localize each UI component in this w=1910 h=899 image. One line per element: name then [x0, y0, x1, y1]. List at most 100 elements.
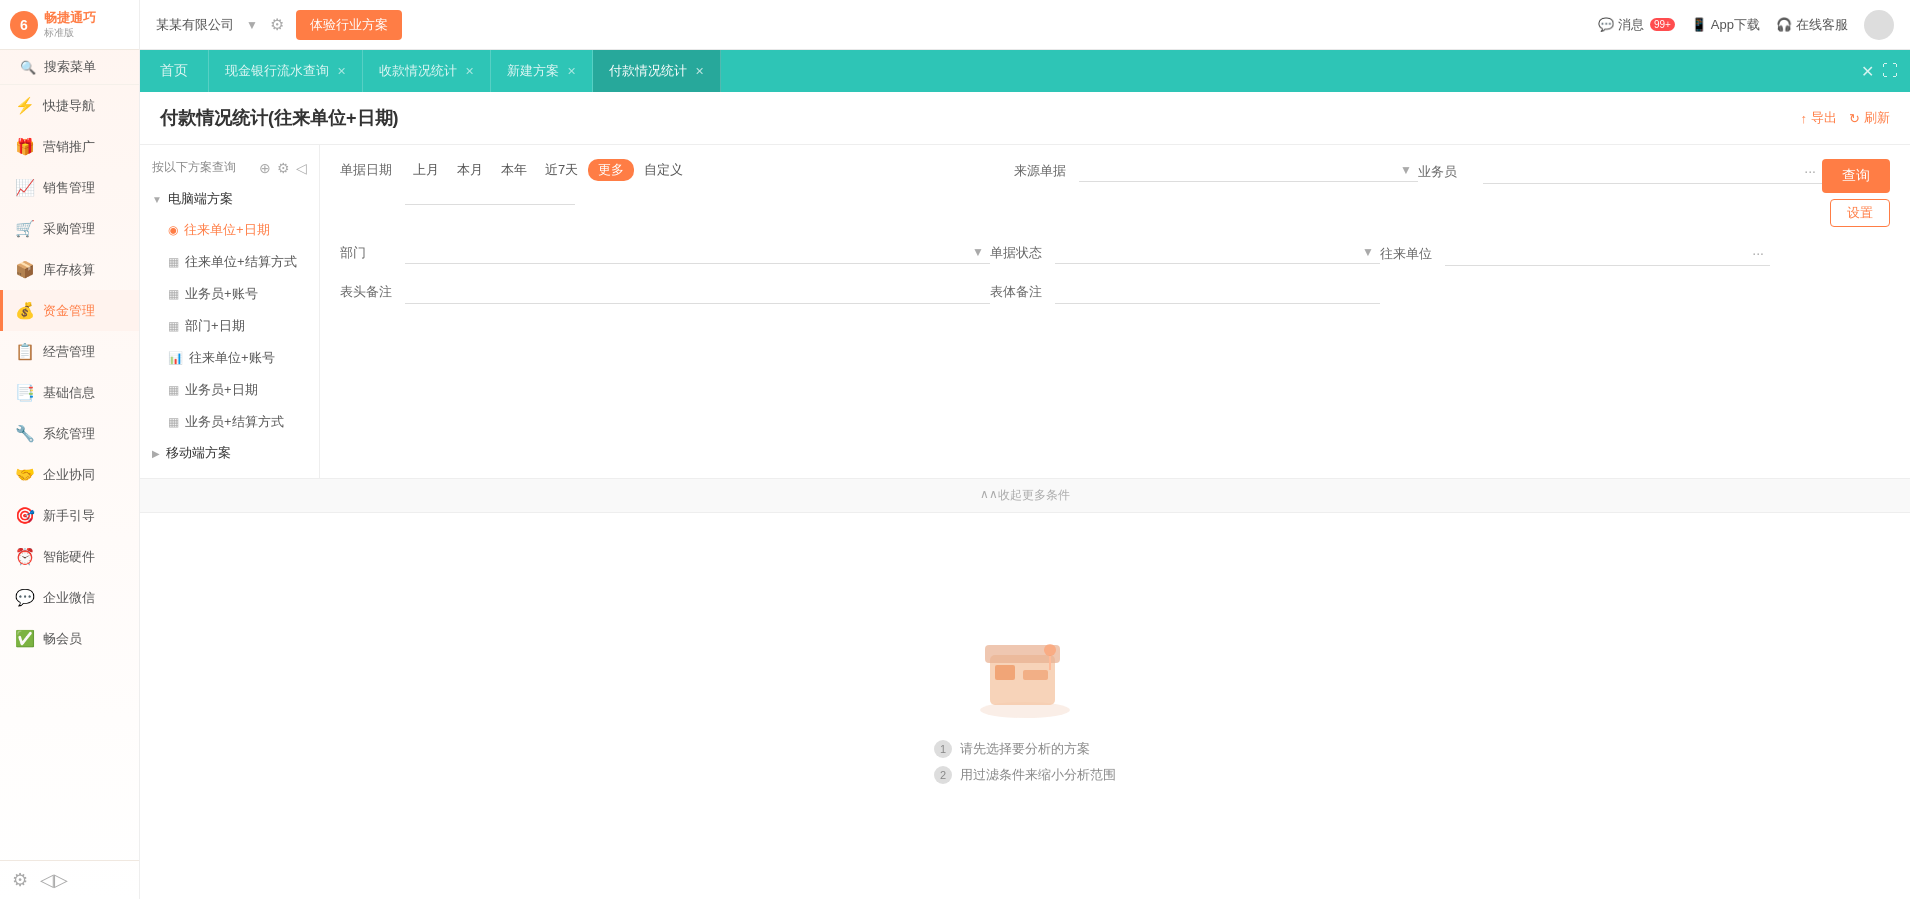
app-download-item[interactable]: 📱 App下载 [1691, 16, 1760, 34]
sidebar-item-basic[interactable]: 📑基础信息 [0, 372, 139, 413]
nav-label-hardware: 智能硬件 [43, 548, 95, 566]
tab-newplan[interactable]: 新建方案✕ [491, 50, 593, 92]
sidebar-search-item[interactable]: 🔍 搜索菜单 [0, 50, 139, 85]
source-bill-select[interactable]: ▼ [1079, 159, 1418, 182]
date-tab-last-7days[interactable]: 近7天 [537, 159, 586, 181]
app-download-label: App下载 [1711, 16, 1760, 34]
scheme-item-staff-settle[interactable]: ▦业务员+结算方式 [140, 406, 319, 438]
tab-close-receipt[interactable]: ✕ [465, 65, 474, 78]
tab-close-newplan[interactable]: ✕ [567, 65, 576, 78]
scheme-item-icon-counterpart-settle: ▦ [168, 255, 179, 269]
sidebar-item-enterprise[interactable]: 🤝企业协同 [0, 454, 139, 495]
topbar-settings-icon[interactable]: ⚙ [270, 15, 284, 34]
sidebar-item-quick-nav[interactable]: ⚡快捷导航 [0, 85, 139, 126]
sidebar-item-capital[interactable]: 💰资金管理 [0, 290, 139, 331]
export-btn[interactable]: ↑ 导出 [1801, 109, 1838, 127]
table-header-input[interactable] [405, 280, 990, 304]
sidebar-item-operations[interactable]: 📋经营管理 [0, 331, 139, 372]
query-btn[interactable]: 查询 [1822, 159, 1890, 193]
tab-close-cashflow[interactable]: ✕ [337, 65, 346, 78]
scheme-item-label-staff-date: 业务员+日期 [185, 381, 258, 399]
tab-label-receipt: 收款情况统计 [379, 62, 457, 80]
hint-text-2: 用过滤条件来缩小分析范围 [960, 766, 1116, 784]
tab-cashflow[interactable]: 现金银行流水查询✕ [209, 50, 363, 92]
staff-select[interactable]: ··· [1483, 159, 1822, 184]
sidebar-item-guide[interactable]: 🎯新手引导 [0, 495, 139, 536]
collapse-scheme-icon[interactable]: ◁ [296, 160, 307, 176]
hint-text-1: 请先选择要分析的方案 [960, 740, 1090, 758]
date-range-input[interactable]: 2022-01-01 至 2022-12-31 [405, 186, 575, 205]
scheme-item-counterpart-date[interactable]: ◉往来单位+日期 [140, 214, 319, 246]
date-tab-last-month[interactable]: 上月 [405, 159, 447, 181]
date-tab-this-month[interactable]: 本月 [449, 159, 491, 181]
collapse-bar[interactable]: ∧∧ 收起更多条件 [140, 478, 1910, 512]
company-chevron-icon[interactable]: ▼ [246, 18, 258, 32]
counterpart-select[interactable]: ··· [1445, 241, 1770, 266]
messages-badge: 99+ [1650, 18, 1675, 31]
settings-btn[interactable]: 设置 [1830, 199, 1890, 227]
sidebar-item-purchase[interactable]: 🛒采购管理 [0, 208, 139, 249]
scheme-item-icon-counterpart-date: ◉ [168, 223, 178, 237]
sidebar-item-inventory[interactable]: 📦库存核算 [0, 249, 139, 290]
dept-select[interactable]: ▼ [405, 241, 990, 264]
settings-bottom-icon[interactable]: ⚙ [12, 869, 28, 891]
sidebar-item-system[interactable]: 🔧系统管理 [0, 413, 139, 454]
date-tab-this-year[interactable]: 本年 [493, 159, 535, 181]
settings-scheme-icon[interactable]: ⚙ [277, 160, 290, 176]
trial-btn[interactable]: 体验行业方案 [296, 10, 402, 40]
sidebar-bottom: ⚙ ◁▷ [0, 860, 139, 899]
avatar[interactable] [1864, 10, 1894, 40]
collapse-icon: ∧∧ [980, 487, 998, 504]
desktop-scheme-group[interactable]: ▼ 电脑端方案 [140, 184, 319, 214]
nav-icon-sales: 📈 [15, 178, 35, 197]
tab-payment[interactable]: 付款情况统计 ✕ [593, 50, 721, 92]
filter-btn-col: 查询 设置 [1822, 159, 1890, 227]
tab-receipt[interactable]: 收款情况统计 ✕ [363, 50, 491, 92]
scheme-item-icon-dept-date: ▦ [168, 319, 179, 333]
date-tab-custom[interactable]: 自定义 [636, 159, 691, 181]
source-bill-arrow-icon: ▼ [1400, 163, 1412, 177]
scheme-item-dept-date[interactable]: ▦ 部门+日期 [140, 310, 319, 342]
date-tab-more[interactable]: 更多 [588, 159, 634, 181]
export-icon: ↑ [1801, 111, 1808, 126]
tab-home[interactable]: 首页 [140, 50, 209, 92]
sidebar-item-sales[interactable]: 📈销售管理 [0, 167, 139, 208]
nav-label-quick-nav: 快捷导航 [43, 97, 95, 115]
scheme-item-label-dept-date: 部门+日期 [185, 317, 245, 335]
maximize-icon[interactable]: ⛶ [1882, 62, 1898, 80]
tab-close-payment[interactable]: ✕ [695, 65, 704, 78]
page-header: 付款情况统计(往来单位+日期) ↑ 导出 ↻ 刷新 [140, 92, 1910, 145]
staff-field: 业务员 ··· [1418, 159, 1822, 184]
sidebar-item-member[interactable]: ✅畅会员 [0, 618, 139, 659]
sidebar-item-marketing[interactable]: 🎁营销推广 [0, 126, 139, 167]
table-body-control [1055, 280, 1380, 304]
staff-more-icon[interactable]: ··· [1804, 163, 1816, 179]
scheme-item-staff-date[interactable]: ▦业务员+日期 [140, 374, 319, 406]
refresh-btn[interactable]: ↻ 刷新 [1849, 109, 1890, 127]
scheme-item-staff-account[interactable]: ▦业务员+账号 [140, 278, 319, 310]
company-name: 某某有限公司 [156, 16, 234, 34]
mobile-scheme-group[interactable]: ▶ 移动端方案 [140, 438, 319, 468]
counterpart-more-icon[interactable]: ··· [1752, 245, 1764, 261]
sidebar-logo: 6 畅捷通巧 标准版 [0, 0, 139, 50]
add-scheme-icon[interactable]: ⊕ [259, 160, 271, 176]
online-service-item[interactable]: 🎧 在线客服 [1776, 16, 1848, 34]
desktop-group-arrow: ▼ [152, 194, 162, 205]
staff-label: 业务员 [1418, 163, 1483, 181]
table-header-control [405, 280, 990, 304]
collapse-sidebar-icon[interactable]: ◁▷ [40, 869, 68, 891]
sidebar-item-hardware[interactable]: ⏰智能硬件 [0, 536, 139, 577]
scheme-item-counterpart-settle[interactable]: ▦往来单位+结算方式 [140, 246, 319, 278]
sidebar-item-wechat[interactable]: 💬企业微信 [0, 577, 139, 618]
tab-label-payment: 付款情况统计 [609, 62, 687, 80]
tabs-bar: 首页现金银行流水查询✕收款情况统计✕新建方案✕付款情况统计✕ ✕ ⛶ [140, 50, 1910, 92]
scheme-item-label-staff-account: 业务员+账号 [185, 285, 258, 303]
bill-status-select[interactable]: ▼ [1055, 241, 1380, 264]
scheme-item-counterpart-account[interactable]: 📊往来单位+账号 [140, 342, 319, 374]
table-body-input[interactable] [1055, 280, 1380, 304]
messages-item[interactable]: 💬 消息 99+ [1598, 16, 1675, 34]
date-label: 单据日期 [340, 161, 405, 179]
table-body-field: 表体备注 [990, 280, 1380, 304]
date-field: 单据日期 上月本月本年近7天更多自定义 2022-01-01 至 2022-12… [340, 159, 1014, 205]
close-tab-icon[interactable]: ✕ [1861, 62, 1874, 81]
